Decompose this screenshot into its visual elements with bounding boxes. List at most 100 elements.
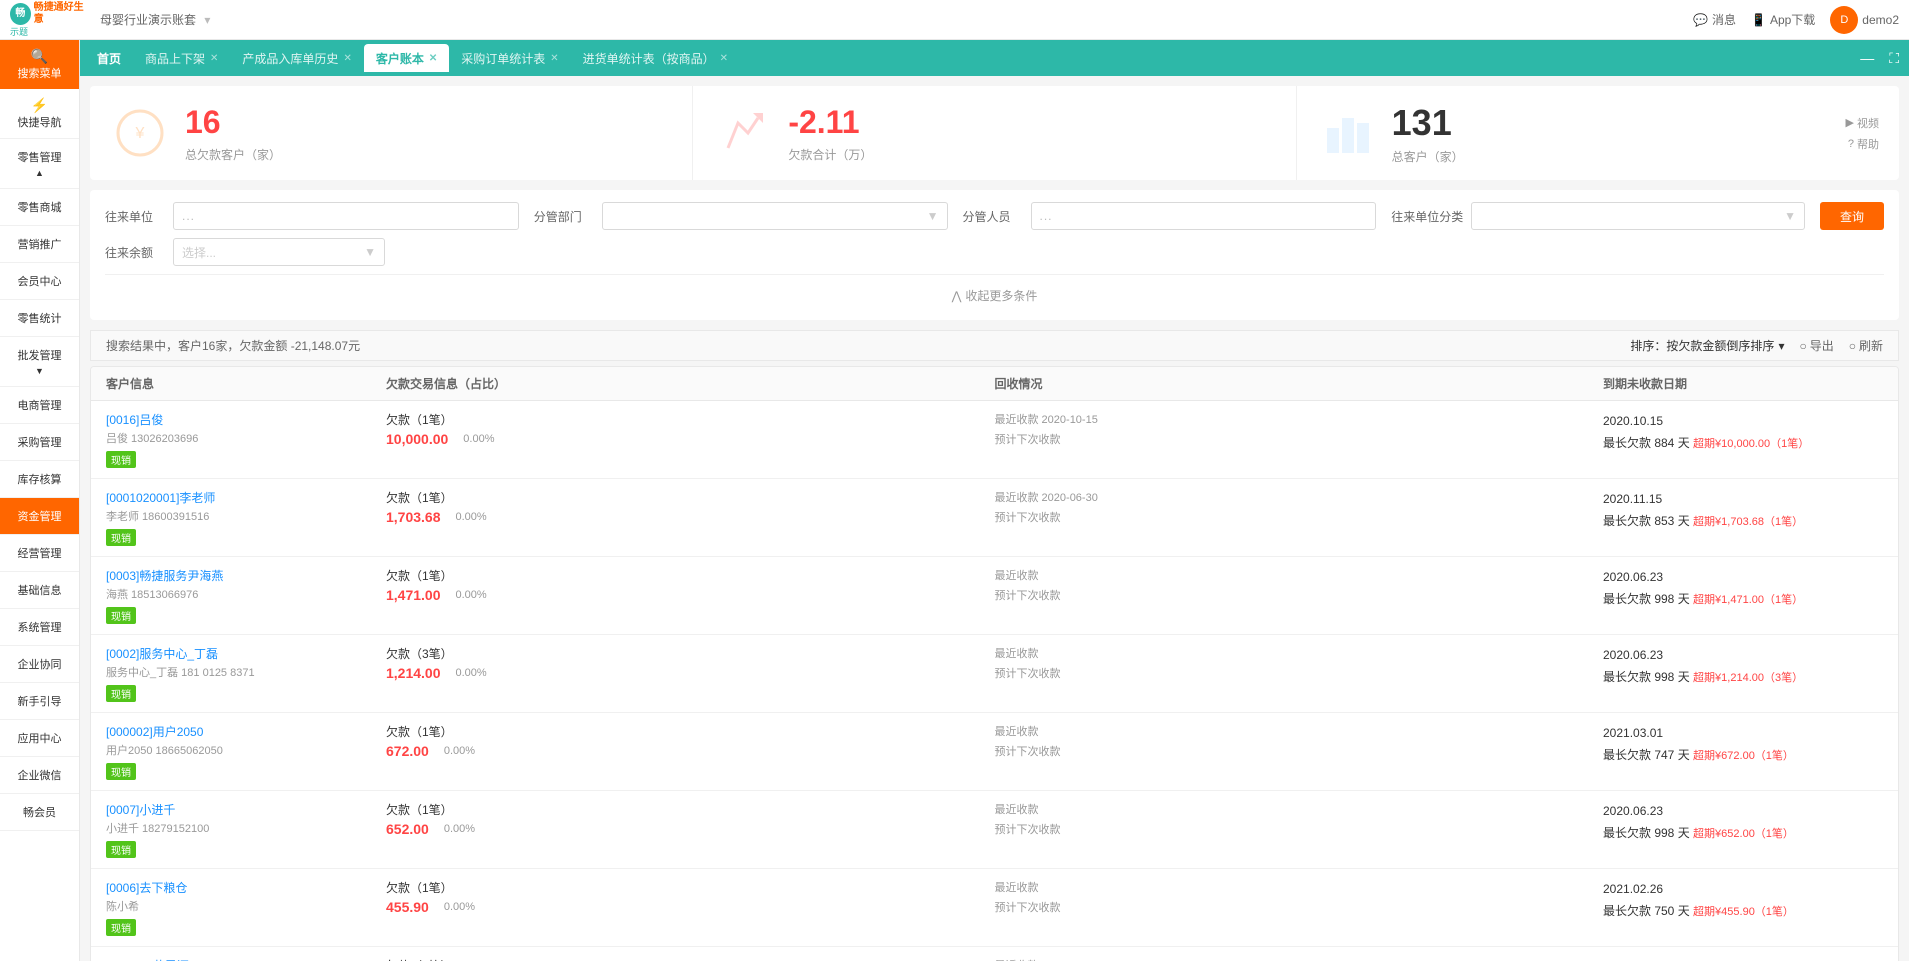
overdue-link-1[interactable]: 超期¥1,703.68（1笔） [1693,516,1803,528]
sidebar-item-retail-stats[interactable]: 零售统计 [0,300,79,337]
balance-select[interactable]: 选择... ▼ [173,238,385,266]
sidebar-item-wechat[interactable]: 企业微信 [0,757,79,794]
sidebar-item-member[interactable]: 会员中心 [0,263,79,300]
tab-home[interactable]: 首页 [85,44,133,72]
tab-minimize-btn[interactable]: — [1855,48,1879,68]
debt-amount-2: 1,471.00 [386,587,441,603]
sidebar-search[interactable]: 🔍 搜索菜单 [0,40,79,89]
debt-count-0: 欠款（1笔） [386,411,995,428]
manager-dots: ... [1040,209,1053,223]
tab-close-finished[interactable]: ✕ [343,53,351,64]
unit-category-select[interactable]: ▼ [1471,202,1805,230]
due-date-1: 2020.11.15 [1603,489,1883,511]
tab-product-list[interactable]: 商品上下架 ✕ [133,44,230,72]
export-btn[interactable]: ○ 导出 [1799,337,1833,354]
customer-phone-0: 吕俊 13026203696 [106,430,386,446]
sidebar-item-operations[interactable]: 经营管理 [0,535,79,572]
help-btn[interactable]: ? 帮助 [1848,136,1879,152]
user-avatar[interactable]: D demo2 [1830,6,1899,34]
content-area: 首页 商品上下架 ✕ 产成品入库单历史 ✕ 客户账本 ✕ 采购订单统计表 ✕ 进… [80,40,1909,961]
customer-name-4[interactable]: [000002]用户2050 [106,723,386,740]
debt-amount-icon [713,103,773,163]
sidebar-item-guide[interactable]: 新手引导 [0,683,79,720]
debt-ratio-1: 0.00% [456,511,487,523]
overdue-link-2[interactable]: 超期¥1,471.00（1笔） [1693,594,1803,606]
sidebar-item-finance[interactable]: 资金管理 [0,498,79,535]
sort-select[interactable]: 排序：按欠款金额倒序排序 ▾ [1630,337,1784,354]
customer-name-3[interactable]: [0002]服务中心_丁磊 [106,645,386,662]
overdue-link-6[interactable]: 超期¥455.90（1笔） [1693,906,1794,918]
table-row: [0016]吕俊 吕俊 13026203696 现销 欠款（1笔） 10,000… [91,401,1898,479]
sidebar-quick-nav[interactable]: ⚡ 快捷导航 [0,89,79,139]
tab-customer-account[interactable]: 客户账本 ✕ [364,44,449,72]
customer-name-0[interactable]: [0016]吕俊 [106,411,386,428]
sidebar-item-collab[interactable]: 企业协同 [0,646,79,683]
video-btn[interactable]: ▶ 视频 [1846,115,1879,131]
tab-close-product[interactable]: ✕ [210,53,218,64]
tab-finished-goods[interactable]: 产成品入库单历史 ✕ [230,44,363,72]
table-row: [0002]服务中心_丁磊 服务中心_丁磊 181 0125 8371 现销 欠… [91,635,1898,713]
customer-name-1[interactable]: [0001020001]李老师 [106,489,386,506]
recovery-cell-1: 最近收款 2020-06-30 预计下次收款 [995,489,1604,529]
overdue-link-5[interactable]: 超期¥652.00（1笔） [1693,828,1794,840]
sidebar-item-wholesale[interactable]: 批发管理▼ [0,337,79,387]
collapse-button[interactable]: ⋀ 收起更多条件 [105,283,1884,308]
debt-amount-0: 10,000.00 [386,431,448,447]
col-due-date: 到期未收款日期 [1603,375,1883,392]
stat-total-content: 131 总客户（家） [1392,101,1831,165]
export-icon: ○ [1799,339,1806,353]
overdue-link-0[interactable]: 超期¥10,000.00（1笔） [1693,438,1809,450]
app-download-btn[interactable]: 📱 App下载 [1751,11,1815,28]
recovery-cell-4: 最近收款 预计下次收款 [995,723,1604,763]
tab-close-purchase[interactable]: ✕ [550,53,558,64]
customer-phone-2: 海燕 18513066976 [106,586,386,602]
manager-input[interactable]: ... [1031,202,1377,230]
balance-placeholder: 选择... [182,244,216,261]
next-payment-5: 预计下次收款 [995,821,1604,841]
debt-count-6: 欠款（1笔） [386,879,995,896]
customer-phone-4: 用户2050 18665062050 [106,742,386,758]
sidebar-item-marketing[interactable]: 营销推广 [0,226,79,263]
customer-cell-1: [0001020001]李老师 李老师 18600391516 现销 [106,489,386,546]
recovery-cell-3: 最近收款 预计下次收款 [995,645,1604,685]
overdue-link-4[interactable]: 超期¥672.00（1笔） [1693,750,1794,762]
unit-category-filter: 往来单位分类 ▼ [1391,202,1805,230]
customer-cell-3: [0002]服务中心_丁磊 服务中心_丁磊 181 0125 8371 现销 [106,645,386,702]
tab-incoming-stats[interactable]: 进货单统计表（按商品） ✕ [571,44,740,72]
tab-purchase-order[interactable]: 采购订单统计表 ✕ [449,44,570,72]
overdue-link-3[interactable]: 超期¥1,214.00（3笔） [1693,672,1803,684]
filter-row-2: 往来余额 选择... ▼ [105,238,1884,266]
tab-maximize-btn[interactable]: ⛶ [1884,48,1904,69]
col-customer: 客户信息 [106,375,386,392]
customer-name-2[interactable]: [0003]畅捷服务尹海燕 [106,567,386,584]
tab-bar: 首页 商品上下架 ✕ 产成品入库单历史 ✕ 客户账本 ✕ 采购订单统计表 ✕ 进… [80,40,1909,76]
sidebar-item-app-center[interactable]: 应用中心 [0,720,79,757]
col-recovery: 回收情况 [995,375,1604,392]
sidebar-item-retail-mgmt[interactable]: 零售管理▲ [0,139,79,189]
source-unit-input[interactable]: ... [173,202,519,230]
overdue-cell-0: 2020.10.15 最长欠款 884 天 超期¥10,000.00（1笔） [1603,411,1883,454]
dept-select[interactable]: ▼ [602,202,948,230]
debt-customers-label: 总欠款客户（家） [185,146,672,163]
customer-name-6[interactable]: [0006]去下粮仓 [106,879,386,896]
sidebar-item-inventory[interactable]: 库存核算 [0,461,79,498]
overdue-days-5: 最长欠款 998 天 超期¥652.00（1笔） [1603,823,1883,845]
debt-ratio-0: 0.00% [463,433,494,445]
top-bar: 畅 畅捷通好生意 示题 母婴行业演示账套 ▾ 💬 消息 📱 App下载 D de… [0,0,1909,40]
result-bar: 搜索结果中，客户16家，欠款金额 -21,148.07元 排序：按欠款金额倒序排… [90,330,1899,361]
sidebar-item-basic-info[interactable]: 基础信息 [0,572,79,609]
sidebar-item-retail-mall[interactable]: 零售商城 [0,189,79,226]
search-button[interactable]: 查询 [1820,202,1884,230]
customer-name-7[interactable]: [000001]黄思源 [106,957,386,961]
refresh-btn[interactable]: ○ 刷新 [1849,337,1883,354]
sidebar-item-vip[interactable]: 畅会员 [0,794,79,831]
sidebar-item-ecommerce[interactable]: 电商管理 [0,387,79,424]
tab-close-customer[interactable]: ✕ [429,53,437,64]
customer-name-5[interactable]: [0007]小进千 [106,801,386,818]
due-date-0: 2020.10.15 [1603,411,1883,433]
filter-area: 往来单位 ... 分管部门 ▼ 分管人员 [90,190,1899,320]
sidebar-item-purchase[interactable]: 采购管理 [0,424,79,461]
message-btn[interactable]: 💬 消息 [1693,11,1736,28]
sidebar-item-system[interactable]: 系统管理 [0,609,79,646]
tab-close-incoming[interactable]: ✕ [720,53,728,64]
